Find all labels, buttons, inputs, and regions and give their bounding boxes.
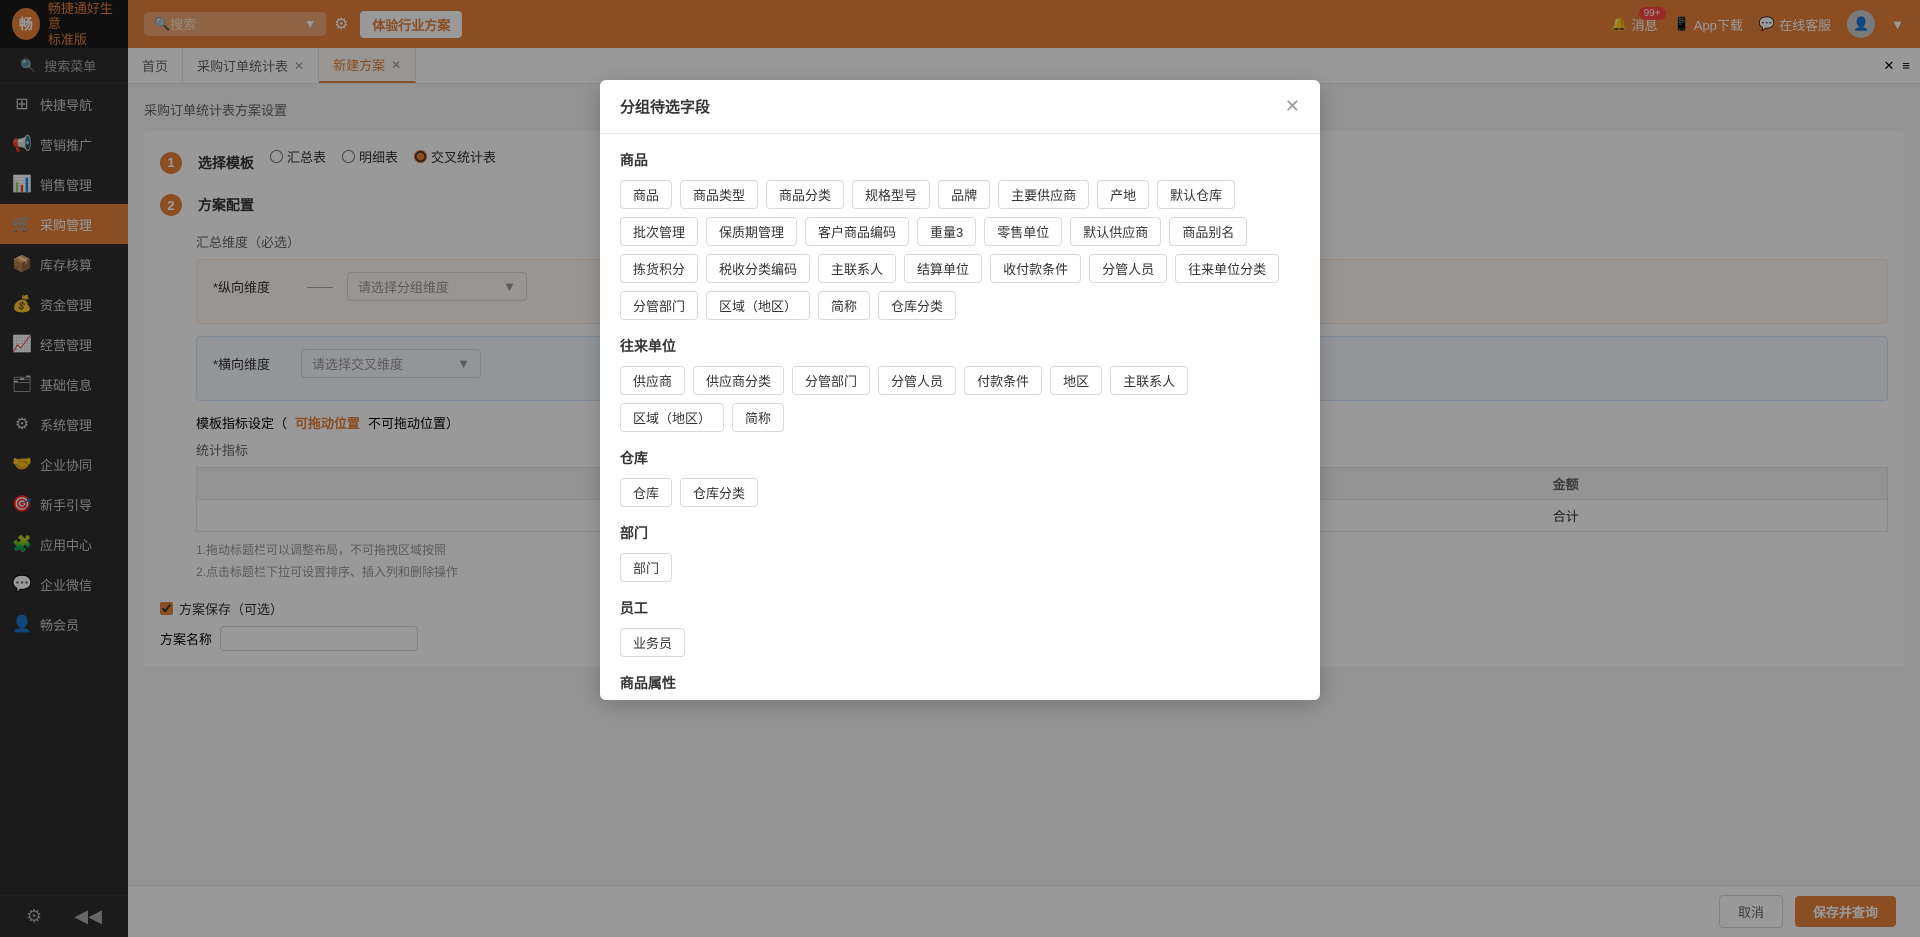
field-chip[interactable]: 供应商 [620,366,685,395]
field-chip[interactable]: 主联系人 [1110,366,1188,395]
field-chip[interactable]: 区域（地区） [620,403,724,432]
field-chip[interactable]: 商品 [620,180,672,209]
modal-section-goods: 商品商品商品类型商品分类规格型号品牌主要供应商产地默认仓库批次管理保质期管理客户… [620,150,1300,320]
field-chip[interactable]: 主联系人 [818,254,896,283]
field-chip[interactable]: 简称 [732,403,784,432]
modal-section-employee: 员工业务员 [620,598,1300,657]
field-chip[interactable]: 分管人员 [1089,254,1167,283]
field-chip[interactable]: 分管人员 [878,366,956,395]
field-chip[interactable]: 分管部门 [792,366,870,395]
field-chips-employee: 业务员 [620,628,1300,657]
modal-section-title-employee: 员工 [620,598,1300,618]
field-chip[interactable]: 商品类型 [680,180,758,209]
field-chip[interactable]: 往来单位分类 [1175,254,1279,283]
field-chip[interactable]: 批次管理 [620,217,698,246]
field-chip[interactable]: 拣货积分 [620,254,698,283]
field-chip[interactable]: 规格型号 [852,180,930,209]
modal-header: 分组待选字段 ✕ [600,80,1320,134]
field-chip[interactable]: 区域（地区） [706,291,810,320]
modal-close-button[interactable]: ✕ [1285,96,1300,117]
modal-body: 商品商品商品类型商品分类规格型号品牌主要供应商产地默认仓库批次管理保质期管理客户… [600,134,1320,700]
field-chip[interactable]: 保质期管理 [706,217,797,246]
field-chip[interactable]: 品牌 [938,180,990,209]
modal-section-title-partner: 往来单位 [620,336,1300,356]
modal-overlay[interactable]: 分组待选字段 ✕ 商品商品商品类型商品分类规格型号品牌主要供应商产地默认仓库批次… [0,0,1920,937]
field-chip[interactable]: 仓库分类 [878,291,956,320]
modal-section-title-department: 部门 [620,523,1300,543]
modal-section-department: 部门部门 [620,523,1300,582]
field-chip[interactable]: 地区 [1050,366,1102,395]
field-chip[interactable]: 付款条件 [964,366,1042,395]
field-chip[interactable]: 供应商分类 [693,366,784,395]
modal-title: 分组待选字段 [620,96,710,117]
field-chip[interactable]: 分管部门 [620,291,698,320]
field-chips-goods: 商品商品类型商品分类规格型号品牌主要供应商产地默认仓库批次管理保质期管理客户商品… [620,180,1300,320]
field-chips-department: 部门 [620,553,1300,582]
field-chip[interactable]: 部门 [620,553,672,582]
field-chip[interactable]: 默认供应商 [1070,217,1161,246]
modal-section-title-warehouse: 仓库 [620,448,1300,468]
field-chip[interactable]: 税收分类编码 [706,254,810,283]
field-chip[interactable]: 业务员 [620,628,685,657]
field-chip[interactable]: 客户商品编码 [805,217,909,246]
field-chips-warehouse: 仓库仓库分类 [620,478,1300,507]
field-chip[interactable]: 默认仓库 [1157,180,1235,209]
modal-section-title-goods_attr: 商品属性 [620,673,1300,693]
field-chip[interactable]: 仓库分类 [680,478,758,507]
field-chip[interactable]: 结算单位 [904,254,982,283]
modal-section-partner: 往来单位供应商供应商分类分管部门分管人员付款条件地区主联系人区域（地区） 简称 [620,336,1300,432]
field-chip[interactable]: 简称 [818,291,870,320]
modal-section-warehouse: 仓库仓库仓库分类 [620,448,1300,507]
field-chip[interactable]: 零售单位 [984,217,1062,246]
modal-section-goods_attr: 商品属性属性颜色多规格尺码鞋码1 [620,673,1300,700]
modal: 分组待选字段 ✕ 商品商品商品类型商品分类规格型号品牌主要供应商产地默认仓库批次… [600,80,1320,700]
field-chip[interactable]: 重量3 [917,217,976,246]
field-chip[interactable]: 商品分类 [766,180,844,209]
field-chip[interactable]: 产地 [1097,180,1149,209]
field-chip[interactable]: 收付款条件 [990,254,1081,283]
field-chip[interactable]: 仓库 [620,478,672,507]
field-chip[interactable]: 商品别名 [1169,217,1247,246]
field-chip[interactable]: 主要供应商 [998,180,1089,209]
modal-section-title-goods: 商品 [620,150,1300,170]
field-chips-partner: 供应商供应商分类分管部门分管人员付款条件地区主联系人区域（地区） 简称 [620,366,1300,432]
